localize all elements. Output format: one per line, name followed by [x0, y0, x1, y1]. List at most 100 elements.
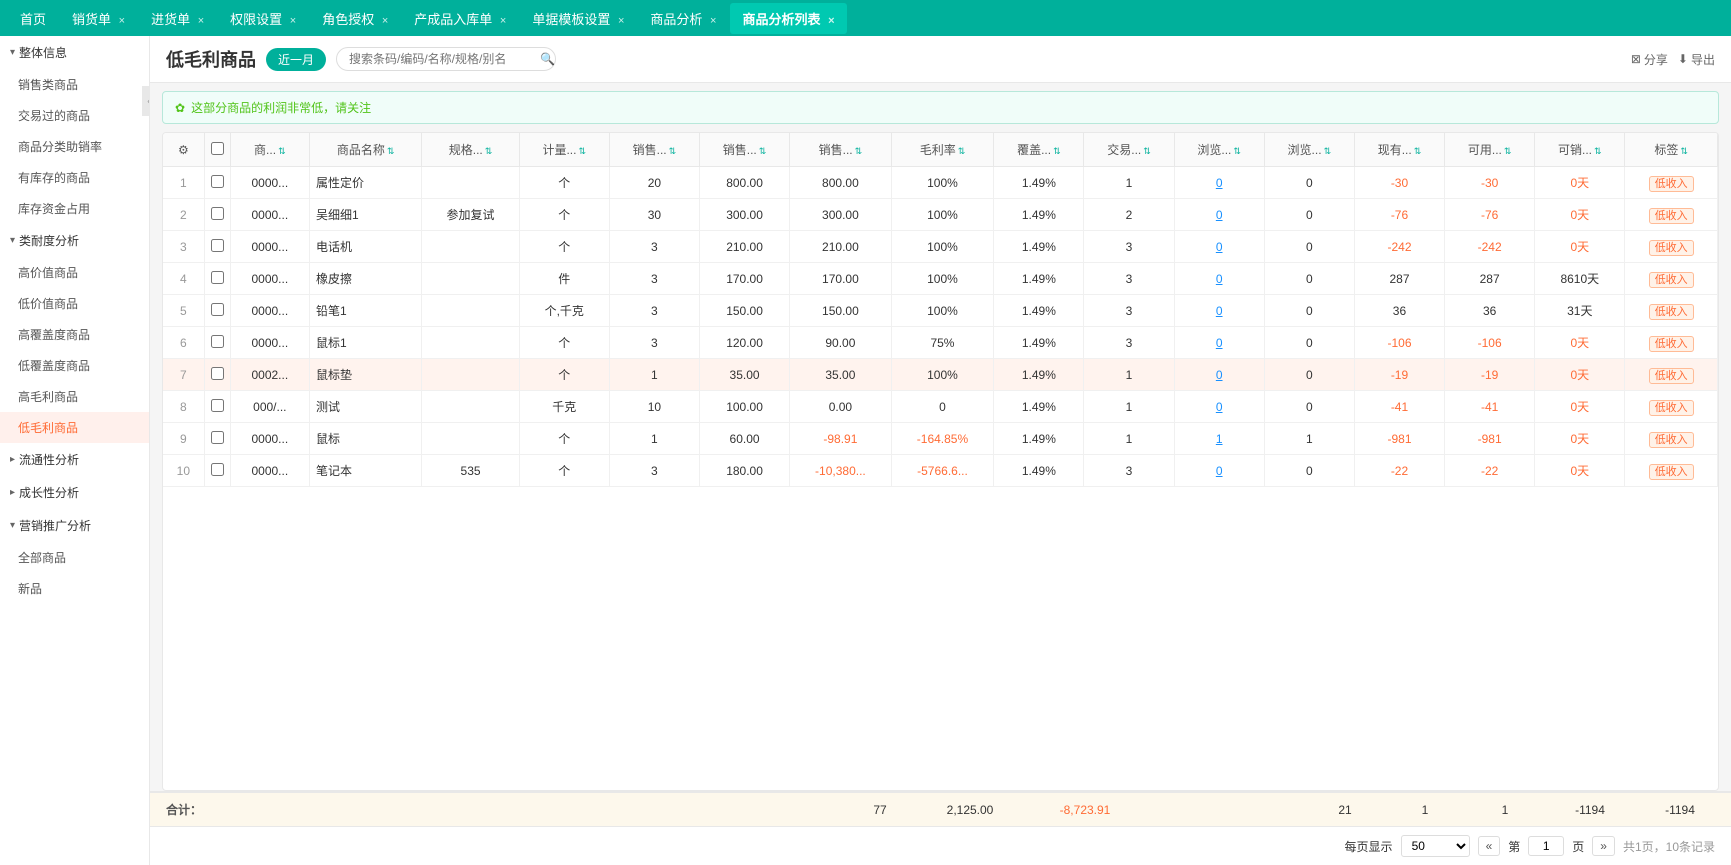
- th-tag[interactable]: 标签⇅: [1625, 133, 1718, 167]
- page-size-select[interactable]: 10 20 50 100: [1401, 835, 1470, 857]
- td-checkbox[interactable]: [204, 327, 230, 359]
- th-spec[interactable]: 规格...⇅: [422, 133, 519, 167]
- sidebar-section-overall[interactable]: ▾ 整体信息: [0, 36, 149, 69]
- row-checkbox[interactable]: [211, 431, 224, 444]
- close-icon[interactable]: ×: [500, 15, 506, 27]
- sidebar-section-circulation[interactable]: ▸ 流通性分析: [0, 443, 149, 476]
- close-icon[interactable]: ×: [119, 15, 125, 27]
- export-button[interactable]: ⬇ 导出: [1678, 51, 1715, 68]
- sidebar-item-low-margin[interactable]: 低毛利商品: [0, 412, 149, 443]
- sidebar-item-high-value[interactable]: 高价值商品: [0, 257, 149, 288]
- sidebar-collapse-button[interactable]: «: [142, 86, 150, 116]
- td-sales-profit: 300.00: [790, 199, 892, 231]
- close-icon[interactable]: ×: [198, 15, 204, 27]
- td-settings: 9: [163, 423, 204, 455]
- sidebar-item-category-sales-rate[interactable]: 商品分类助销率: [0, 131, 149, 162]
- sidebar-section-growth[interactable]: ▸ 成长性分析: [0, 476, 149, 509]
- row-checkbox[interactable]: [211, 367, 224, 380]
- settings-icon[interactable]: ⚙: [178, 143, 189, 157]
- td-views1[interactable]: 0: [1174, 199, 1264, 231]
- row-checkbox[interactable]: [211, 335, 224, 348]
- page-number-input[interactable]: [1528, 836, 1564, 856]
- sidebar-section-marketing[interactable]: ▾ 营销推广分析: [0, 509, 149, 542]
- th-sellable[interactable]: 可销...⇅: [1535, 133, 1625, 167]
- td-checkbox[interactable]: [204, 167, 230, 199]
- close-icon[interactable]: ×: [710, 15, 716, 27]
- td-views1[interactable]: 0: [1174, 295, 1264, 327]
- nav-template-settings[interactable]: 单据模板设置 ×: [520, 3, 636, 34]
- row-checkbox[interactable]: [211, 271, 224, 284]
- td-unit: 个: [519, 359, 609, 391]
- sidebar-item-inventory-capital[interactable]: 库存资金占用: [0, 193, 149, 224]
- row-checkbox[interactable]: [211, 175, 224, 188]
- row-checkbox[interactable]: [211, 207, 224, 220]
- sidebar-item-new-products[interactable]: 新品: [0, 573, 149, 604]
- th-name[interactable]: 商品名称⇅: [309, 133, 421, 167]
- sidebar-item-traded-products[interactable]: 交易过的商品: [0, 100, 149, 131]
- nav-product-analysis[interactable]: 商品分析 ×: [638, 3, 728, 34]
- sidebar-item-high-coverage[interactable]: 高覆盖度商品: [0, 319, 149, 350]
- sidebar-item-sales-products[interactable]: 销售类商品: [0, 69, 149, 100]
- sidebar-item-low-value[interactable]: 低价值商品: [0, 288, 149, 319]
- filter-recent-month-button[interactable]: 近一月: [266, 48, 326, 71]
- prev-page-button[interactable]: «: [1478, 836, 1501, 856]
- th-available[interactable]: 可用...⇅: [1445, 133, 1535, 167]
- close-icon[interactable]: ×: [618, 15, 624, 27]
- th-gross-rate[interactable]: 毛利率⇅: [891, 133, 994, 167]
- td-views1[interactable]: 0: [1174, 359, 1264, 391]
- td-views1[interactable]: 0: [1174, 455, 1264, 487]
- sidebar-item-all-products[interactable]: 全部商品: [0, 542, 149, 573]
- row-checkbox[interactable]: [211, 239, 224, 252]
- close-icon[interactable]: ×: [828, 15, 834, 27]
- th-transaction[interactable]: 交易...⇅: [1084, 133, 1174, 167]
- row-checkbox[interactable]: [211, 463, 224, 476]
- sidebar-item-high-margin[interactable]: 高毛利商品: [0, 381, 149, 412]
- td-views1[interactable]: 0: [1174, 231, 1264, 263]
- th-code[interactable]: 商...⇅: [230, 133, 309, 167]
- nav-permissions[interactable]: 权限设置 ×: [218, 3, 308, 34]
- td-views1[interactable]: 0: [1174, 263, 1264, 295]
- sidebar-item-low-coverage[interactable]: 低覆盖度商品: [0, 350, 149, 381]
- next-page-button[interactable]: »: [1592, 836, 1615, 856]
- td-views1[interactable]: 0: [1174, 391, 1264, 423]
- th-current-stock[interactable]: 现有...⇅: [1354, 133, 1444, 167]
- nav-role-auth[interactable]: 角色授权 ×: [310, 3, 400, 34]
- row-checkbox[interactable]: [211, 303, 224, 316]
- th-sales-amount[interactable]: 销售...⇅: [699, 133, 789, 167]
- td-transaction: 1: [1084, 167, 1174, 199]
- select-all-checkbox[interactable]: [211, 142, 224, 155]
- td-checkbox[interactable]: [204, 359, 230, 391]
- td-checkbox[interactable]: [204, 455, 230, 487]
- row-checkbox[interactable]: [211, 399, 224, 412]
- td-views1[interactable]: 0: [1174, 167, 1264, 199]
- sidebar-section-durability[interactable]: ▾ 类耐度分析: [0, 224, 149, 257]
- search-icon[interactable]: 🔍: [540, 52, 555, 66]
- th-views2[interactable]: 浏览...⇅: [1264, 133, 1354, 167]
- td-checkbox[interactable]: [204, 391, 230, 423]
- nav-home[interactable]: 首页: [8, 3, 58, 34]
- th-coverage[interactable]: 覆盖...⇅: [994, 133, 1084, 167]
- close-icon[interactable]: ×: [290, 15, 296, 27]
- close-icon[interactable]: ×: [382, 15, 388, 27]
- td-checkbox[interactable]: [204, 295, 230, 327]
- td-views1[interactable]: 0: [1174, 327, 1264, 359]
- td-checkbox[interactable]: [204, 231, 230, 263]
- th-settings[interactable]: ⚙: [163, 133, 204, 167]
- th-unit[interactable]: 计量...⇅: [519, 133, 609, 167]
- td-views2: 0: [1264, 359, 1354, 391]
- td-checkbox[interactable]: [204, 263, 230, 295]
- nav-sales-order[interactable]: 销货单 ×: [60, 3, 137, 34]
- th-sales-profit[interactable]: 销售...⇅: [790, 133, 892, 167]
- th-views1[interactable]: 浏览...⇅: [1174, 133, 1264, 167]
- nav-purchase-order[interactable]: 进货单 ×: [139, 3, 216, 34]
- sidebar-item-stocked-products[interactable]: 有库存的商品: [0, 162, 149, 193]
- td-unit: 个: [519, 199, 609, 231]
- td-views1[interactable]: 1: [1174, 423, 1264, 455]
- nav-product-analysis-list[interactable]: 商品分析列表 ×: [730, 3, 846, 34]
- share-button[interactable]: ⊠ 分享: [1631, 51, 1668, 68]
- search-input[interactable]: [336, 47, 556, 71]
- th-sales-qty[interactable]: 销售...⇅: [609, 133, 699, 167]
- td-checkbox[interactable]: [204, 423, 230, 455]
- td-checkbox[interactable]: [204, 199, 230, 231]
- nav-product-inbound[interactable]: 产成品入库单 ×: [402, 3, 518, 34]
